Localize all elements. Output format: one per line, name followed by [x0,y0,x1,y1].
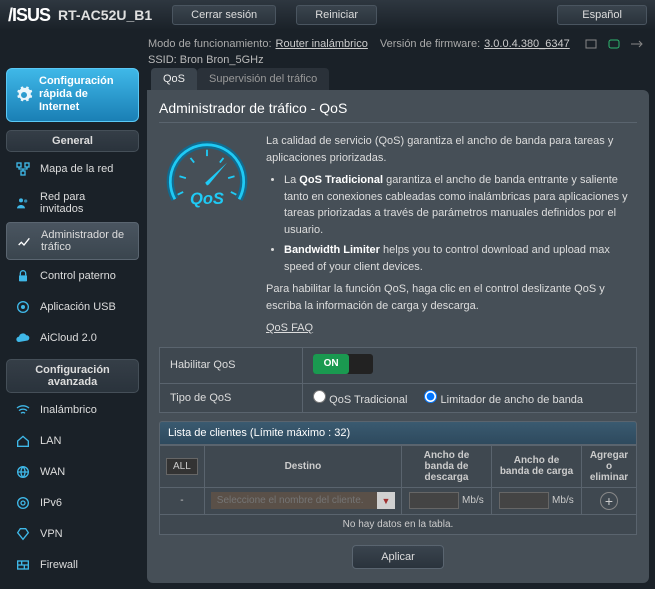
ssid-label: SSID: [148,54,177,66]
enable-qos-toggle[interactable]: ON [313,354,373,374]
client-name-select[interactable]: ▼ [211,492,395,509]
qos-type-label: Tipo de QoS [160,383,303,412]
status-icon-2 [607,38,623,50]
sidebar-item-aicloud[interactable]: AiCloud 2.0 [6,323,139,353]
firmware-label: Versión de firmware: [380,38,480,50]
asus-logo: /ISUS [8,5,50,26]
sidebar-item-usb-app[interactable]: Aplicación USB [6,292,139,322]
qos-faq-link[interactable]: QoS FAQ [266,320,313,337]
ipv6-icon [14,494,32,512]
col-action: Agregar o eliminar [582,445,637,487]
col-upload: Ancho de banda de carga [492,445,582,487]
quick-setup-button[interactable]: Configuración rápida de Internet [6,68,139,122]
ssid-24[interactable]: Bron [180,54,203,66]
tab-traffic-monitor[interactable]: Supervisión del tráfico [197,68,329,90]
sidebar-item-ipv6[interactable]: IPv6 [6,488,139,518]
language-selector[interactable]: Español [557,5,647,25]
ssid-5[interactable]: Bron_5GHz [206,54,263,66]
logout-button[interactable]: Cerrar sesión [172,5,276,25]
mode-label: Modo de funcionamiento: [148,38,272,50]
intro-text: La calidad de servicio (QoS) garantiza e… [266,133,637,166]
status-icon-1 [585,38,601,50]
svg-text:QoS: QoS [190,190,224,208]
nav-group-general: General [6,130,139,152]
all-button[interactable]: ALL [166,458,198,475]
vpn-icon [14,525,32,543]
sidebar-item-wan[interactable]: WAN [6,457,139,487]
firmware-value[interactable]: 3.0.0.4.380_6347 [484,38,570,50]
house-icon [14,432,32,450]
dropdown-icon[interactable]: ▼ [377,492,395,509]
sidebar-item-guest-network[interactable]: Red para invitados [6,185,139,221]
client-input-row: - ▼ Mb/s Mb/s + [160,487,637,514]
tab-qos[interactable]: QoS [151,68,197,90]
reboot-button[interactable]: Reiniciar [296,5,377,25]
sidebar-item-traffic-manager[interactable]: Administrador de tráfico [6,222,139,260]
model-name: RT-AC52U_B1 [58,7,152,23]
bullet-bandwidth-limiter: Bandwidth Limiter helps you to control d… [284,242,637,275]
traffic-icon [15,232,33,250]
sidebar-item-lan[interactable]: LAN [6,426,139,456]
cloud-icon [14,329,32,347]
outro-text: Para habilitar la función QoS, haga clic… [266,281,637,314]
client-list-header: Lista de clientes (Límite máximo : 32) [159,421,637,445]
usb-icon [629,38,645,50]
mode-value[interactable]: Router inalámbrico [276,38,368,50]
qos-gauge-icon: QoS [159,133,254,215]
globe-icon [14,463,32,481]
bullet-traditional: La QoS Tradicional garantiza el ancho de… [284,172,637,238]
client-name-input[interactable] [211,492,377,509]
sidebar-item-parental[interactable]: Control paterno [6,261,139,291]
wifi-icon [14,401,32,419]
gear-icon [15,86,33,104]
upload-input[interactable] [499,492,549,509]
sidebar-item-wireless[interactable]: Inalámbrico [6,395,139,425]
lock-icon [14,267,32,285]
guest-network-icon [14,194,32,212]
firewall-icon [14,556,32,574]
col-download: Ancho de banda de descarga [402,445,492,487]
sidebar-item-firewall[interactable]: Firewall [6,550,139,580]
radio-bandwidth-limiter[interactable]: Limitador de ancho de banda [424,394,583,406]
enable-qos-label: Habilitar QoS [160,347,303,383]
sidebar-item-network-map[interactable]: Mapa de la red [6,154,139,184]
nav-group-advanced: Configuración avanzada [6,359,139,393]
page-title: Administrador de tráfico - QoS [159,100,637,116]
sidebar-item-vpn[interactable]: VPN [6,519,139,549]
network-map-icon [14,160,32,178]
col-destination: Destino [204,445,401,487]
usb-app-icon [14,298,32,316]
no-data-message: No hay datos en la tabla. [160,514,637,534]
quick-setup-label: Configuración rápida de Internet [39,75,130,115]
radio-traditional[interactable]: QoS Tradicional [313,394,407,406]
add-client-button[interactable]: + [600,492,618,510]
download-input[interactable] [409,492,459,509]
apply-button[interactable]: Aplicar [352,545,444,569]
